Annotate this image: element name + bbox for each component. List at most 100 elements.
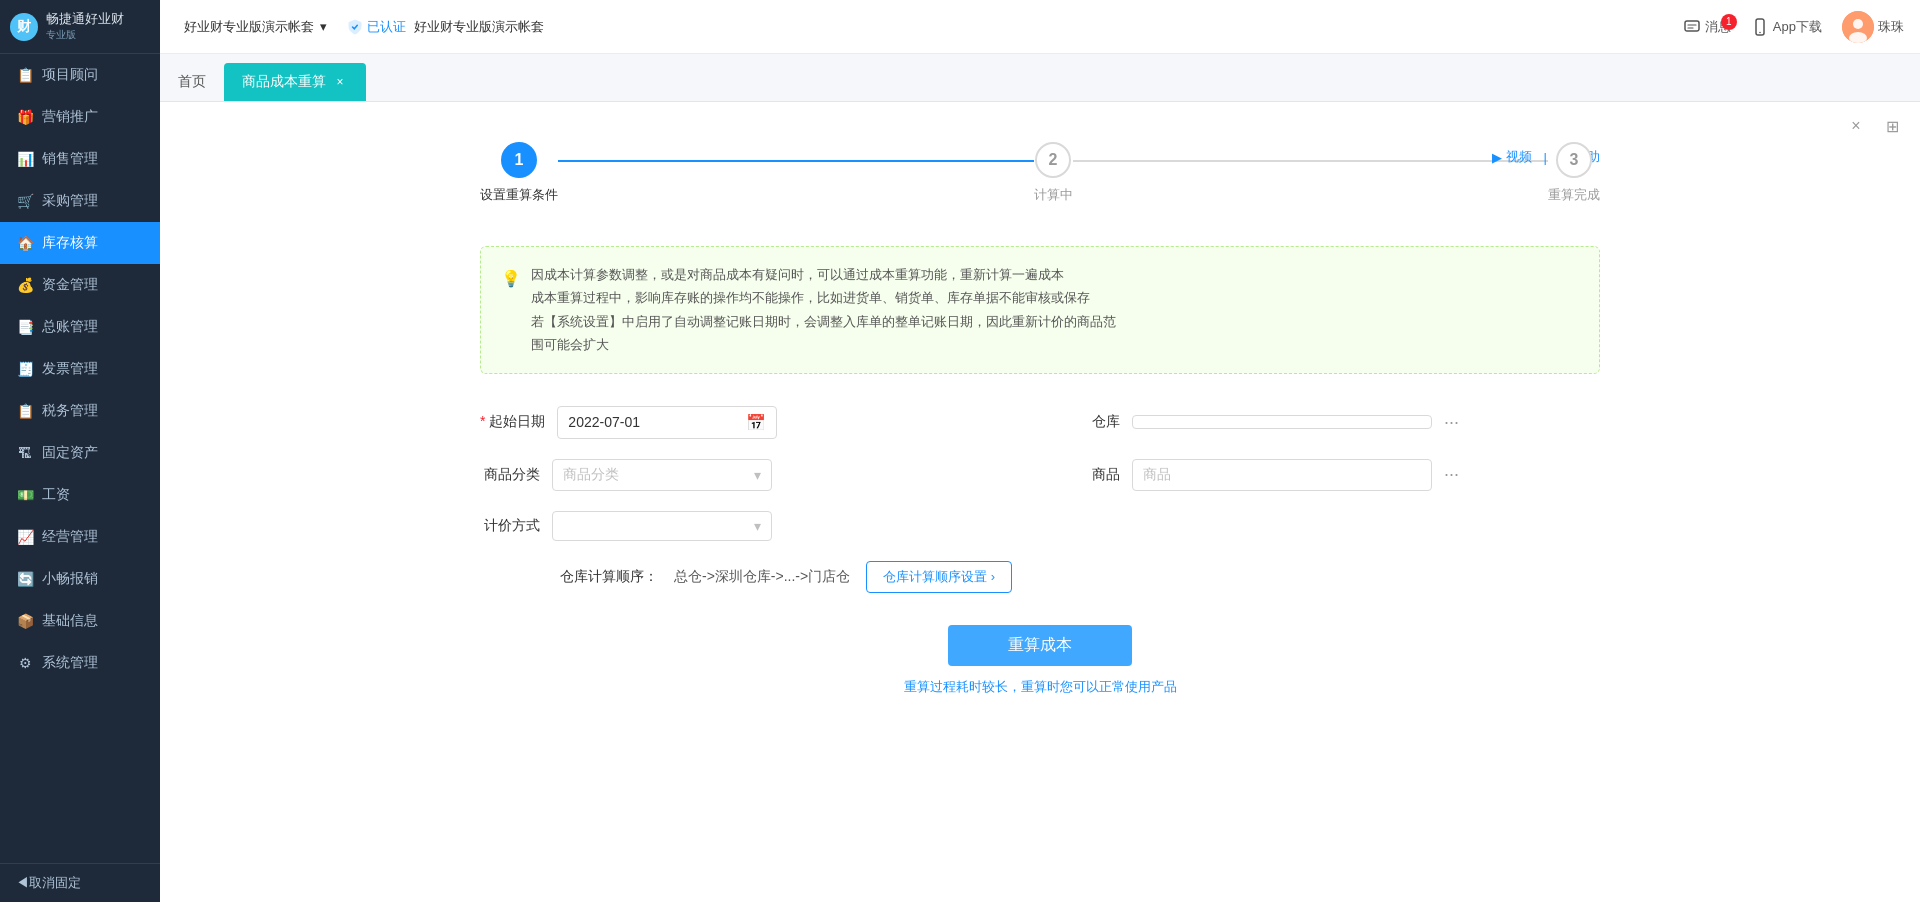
window-close-btn[interactable]: × xyxy=(1844,114,1868,138)
sidebar-item-invoice[interactable]: 🧾 发票管理 xyxy=(0,348,160,390)
system-icon: ⚙ xyxy=(16,654,34,672)
sidebar-unpin[interactable]: ◀取消固定 xyxy=(0,863,160,902)
video-link[interactable]: ▶ 视频 xyxy=(1492,148,1532,166)
sidebar-item-label: 项目顾问 xyxy=(42,66,98,84)
category-label: 商品分类 xyxy=(480,466,540,484)
recalculate-btn[interactable]: 重算成本 xyxy=(948,625,1132,666)
form-row-3: 计价方式 ▾ xyxy=(480,511,1600,541)
goods-input[interactable]: 商品 xyxy=(1132,459,1432,491)
sidebar-item-accounting[interactable]: 📑 总账管理 xyxy=(0,306,160,348)
warehouse-more-btn[interactable]: ··· xyxy=(1444,412,1459,433)
sidebar-item-label: 系统管理 xyxy=(42,654,98,672)
step-line-1 xyxy=(558,160,1034,162)
sidebar-item-label: 发票管理 xyxy=(42,360,98,378)
warehouse-order-settings-btn[interactable]: 仓库计算顺序设置 › xyxy=(866,561,1012,593)
message-icon xyxy=(1683,18,1701,36)
sidebar-item-expense[interactable]: 🔄 小畅报销 xyxy=(0,558,160,600)
sidebar-item-purchase[interactable]: 🛒 采购管理 xyxy=(0,180,160,222)
calendar-icon[interactable]: 📅 xyxy=(746,413,766,432)
step-3-label: 重算完成 xyxy=(1548,186,1600,204)
phone-icon xyxy=(1751,18,1769,36)
sidebar-item-operation[interactable]: 📈 经营管理 xyxy=(0,516,160,558)
inventory-icon: 🏠 xyxy=(16,234,34,252)
user-name: 珠珠 xyxy=(1878,18,1904,36)
tab-recalculate[interactable]: 商品成本重算 × xyxy=(224,63,366,101)
tabbar: 首页 商品成本重算 × xyxy=(160,54,1920,102)
sidebar-item-project[interactable]: 📋 项目顾问 xyxy=(0,54,160,96)
sidebar-item-label: 销售管理 xyxy=(42,150,98,168)
start-date-label: 起始日期 xyxy=(480,413,545,431)
recalculate-section: 重算成本 重算过程耗时较长，重算时您可以正常使用产品 xyxy=(480,625,1600,696)
logo-sub: 专业版 xyxy=(46,28,124,42)
main-wrapper: 好业财专业版演示帐套 ▾ 已认证 好业财专业版演示帐套 消息 1 xyxy=(160,0,1920,902)
pricing-label: 计价方式 xyxy=(480,517,540,535)
start-date-field: 起始日期 2022-07-01 📅 xyxy=(480,406,1020,439)
project-icon: 📋 xyxy=(16,66,34,84)
step-1-circle: 1 xyxy=(501,142,537,178)
topbar-actions: 消息 1 App下载 珠珠 xyxy=(1683,11,1904,43)
step-3-circle: 3 xyxy=(1556,142,1592,178)
start-date-input[interactable]: 2022-07-01 📅 xyxy=(557,406,777,439)
category-field: 商品分类 商品分类 ▾ xyxy=(480,459,1020,491)
sidebar-item-label: 营销推广 xyxy=(42,108,98,126)
form-row-2: 商品分类 商品分类 ▾ 商品 商品 · xyxy=(480,459,1600,491)
purchase-icon: 🛒 xyxy=(16,192,34,210)
invoice-icon: 🧾 xyxy=(16,360,34,378)
info-box: 💡 因成本计算参数调整，或是对商品成本有疑问时，可以通过成本重算功能，重新计算一… xyxy=(480,246,1600,374)
sidebar-item-label: 库存核算 xyxy=(42,234,98,252)
sales-icon: 📊 xyxy=(16,150,34,168)
info-icon: 💡 xyxy=(501,265,521,357)
content-area: × ⊞ 1 设置重算条件 xyxy=(160,102,1920,902)
app-download-btn[interactable]: App下载 xyxy=(1751,18,1822,36)
divider: | xyxy=(1544,150,1547,165)
sidebar-item-inventory[interactable]: 🏠 库存核算 xyxy=(0,222,160,264)
user-avatar xyxy=(1842,11,1874,43)
tab-close-btn[interactable]: × xyxy=(332,74,348,90)
sidebar-item-salary[interactable]: 💵 工资 xyxy=(0,474,160,516)
window-expand-btn[interactable]: ⊞ xyxy=(1880,114,1904,138)
tab-home[interactable]: 首页 xyxy=(160,63,224,101)
sidebar-item-system[interactable]: ⚙ 系统管理 xyxy=(0,642,160,684)
app-download-label: App下载 xyxy=(1773,18,1822,36)
sidebar-item-sales[interactable]: 📊 销售管理 xyxy=(0,138,160,180)
info-line-1: 因成本计算参数调整，或是对商品成本有疑问时，可以通过成本重算功能，重新计算一遍成… xyxy=(531,263,1116,286)
pricing-select[interactable]: ▾ xyxy=(552,511,772,541)
tab-home-label: 首页 xyxy=(178,73,206,91)
step-2-label: 计算中 xyxy=(1034,186,1073,204)
sidebar-item-label: 总账管理 xyxy=(42,318,98,336)
sidebar-logo: 财 畅捷通好业财 专业版 xyxy=(0,0,160,54)
sidebar-item-marketing[interactable]: 🎁 营销推广 xyxy=(0,96,160,138)
account-selector[interactable]: 好业财专业版演示帐套 ▾ xyxy=(176,14,335,40)
info-box-content: 因成本计算参数调整，或是对商品成本有疑问时，可以通过成本重算功能，重新计算一遍成… xyxy=(531,263,1116,357)
sidebar-item-assets[interactable]: 🏗 固定资产 xyxy=(0,432,160,474)
operation-icon: 📈 xyxy=(16,528,34,546)
warehouse-input[interactable] xyxy=(1132,415,1432,429)
sidebar-item-label: 资金管理 xyxy=(42,276,98,294)
company-name: 好业财专业版演示帐套 xyxy=(414,18,544,36)
category-select[interactable]: 商品分类 ▾ xyxy=(552,459,772,491)
svg-point-4 xyxy=(1853,19,1863,29)
video-icon: ▶ xyxy=(1492,150,1502,165)
sidebar-item-label: 经营管理 xyxy=(42,528,98,546)
shield-icon xyxy=(347,19,363,35)
goods-more-btn[interactable]: ··· xyxy=(1444,464,1459,485)
step-2-circle: 2 xyxy=(1035,142,1071,178)
message-btn[interactable]: 消息 1 xyxy=(1683,18,1731,36)
user-avatar-btn[interactable]: 珠珠 xyxy=(1842,11,1904,43)
assets-icon: 🏗 xyxy=(16,444,34,462)
chevron-down-icon: ▾ xyxy=(754,467,761,483)
content-inner: 1 设置重算条件 2 计算中 xyxy=(440,102,1640,726)
step-1: 1 设置重算条件 xyxy=(480,142,558,204)
sidebar-item-finance[interactable]: 💰 资金管理 xyxy=(0,264,160,306)
step-1-label: 设置重算条件 xyxy=(480,186,558,204)
svg-rect-0 xyxy=(1685,21,1699,31)
warehouse-order-row: 仓库计算顺序： 总仓->深圳仓库->...->门店仓 仓库计算顺序设置 › xyxy=(480,561,1600,593)
tab-recalculate-label: 商品成本重算 xyxy=(242,73,326,91)
sidebar-item-basic[interactable]: 📦 基础信息 xyxy=(0,600,160,642)
avatar-img xyxy=(1842,11,1874,43)
sidebar-item-tax[interactable]: 📋 税务管理 xyxy=(0,390,160,432)
notification-badge: 1 xyxy=(1721,14,1737,30)
tax-icon: 📋 xyxy=(16,402,34,420)
info-line-2: 成本重算过程中，影响库存账的操作均不能操作，比如进货单、销货单、库存单据不能审核… xyxy=(531,286,1116,309)
topbar: 好业财专业版演示帐套 ▾ 已认证 好业财专业版演示帐套 消息 1 xyxy=(160,0,1920,54)
